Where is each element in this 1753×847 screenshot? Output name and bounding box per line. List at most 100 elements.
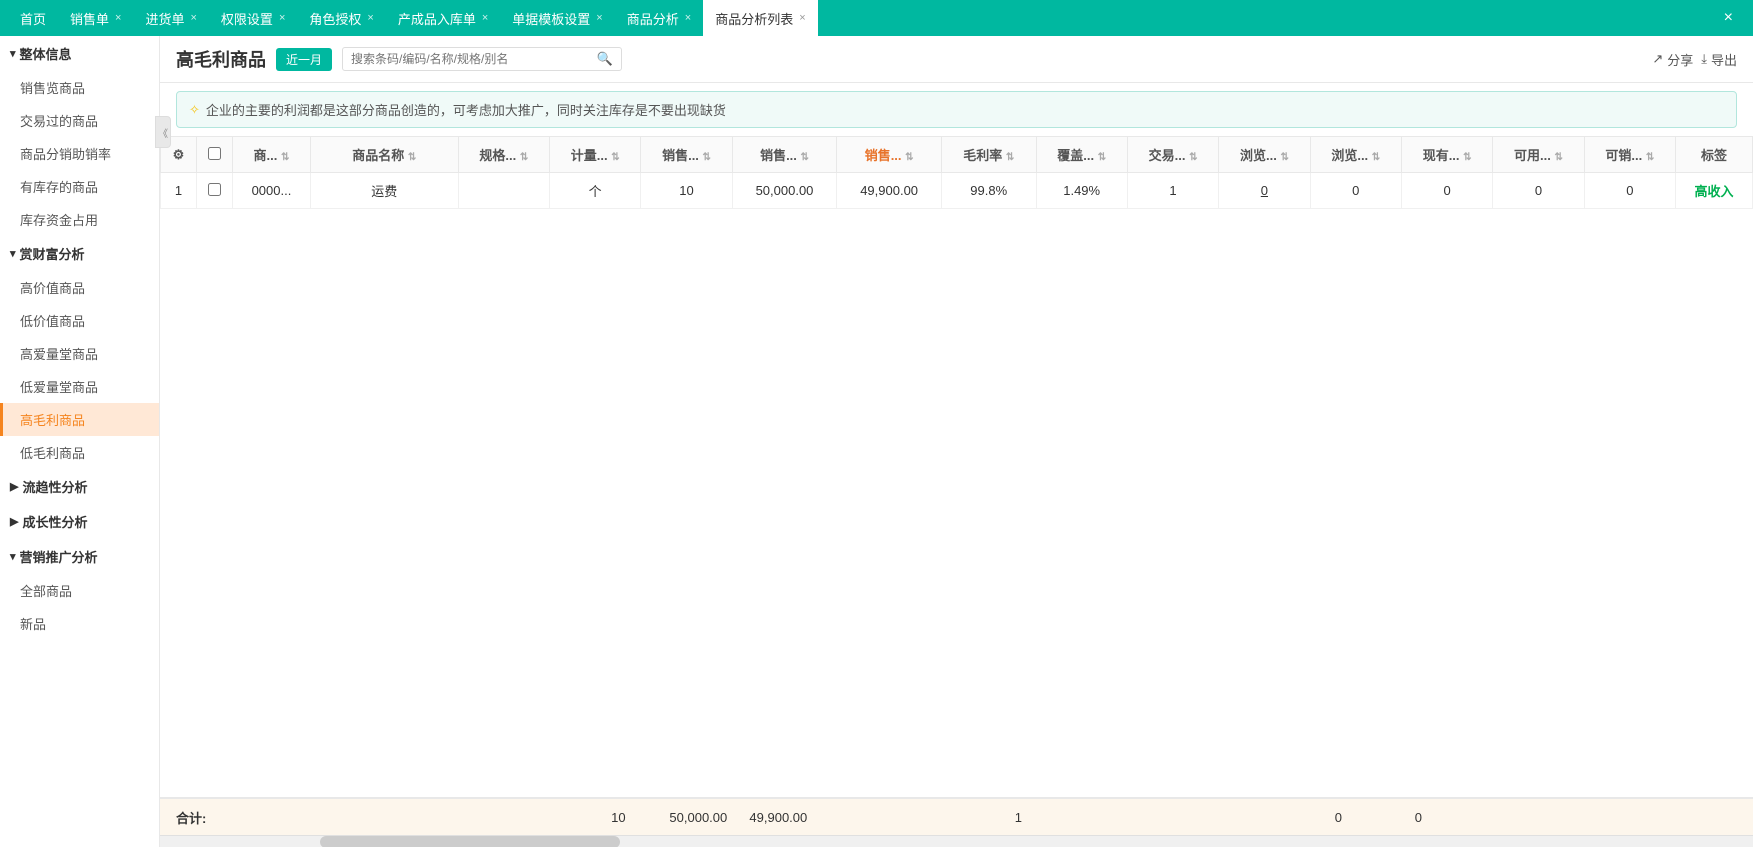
footer-available-stock: 0 bbox=[1298, 810, 1378, 825]
col-gross-margin[interactable]: 毛利率 ⇅ bbox=[941, 137, 1036, 173]
cell-gross-margin: 99.8% bbox=[941, 173, 1036, 209]
nav-product-analysis-list[interactable]: 商品分析列表 × bbox=[703, 0, 817, 36]
data-table: ⚙ 商... ⇅ 商品名称 ⇅ 规格... ⇅ 计量... ⇅ 销售... ⇅ … bbox=[160, 136, 1753, 209]
col-sales-amount[interactable]: 销售... ⇅ bbox=[732, 137, 837, 173]
col-spec[interactable]: 规格... ⇅ bbox=[458, 137, 549, 173]
col-available-stock[interactable]: 可用... ⇅ bbox=[1493, 137, 1584, 173]
sidebar-item-high-value[interactable]: 高价值商品 bbox=[0, 271, 159, 304]
col-transactions[interactable]: 交易... ⇅ bbox=[1127, 137, 1218, 173]
sidebar-item-low-love[interactable]: 低爱量堂商品 bbox=[0, 370, 159, 403]
cell-sales-cost: 49,900.00 bbox=[837, 173, 942, 209]
col-tag[interactable]: 标签 bbox=[1676, 137, 1753, 173]
col-qty[interactable]: 销售... ⇅ bbox=[641, 137, 732, 173]
cell-sellable-stock: 0 bbox=[1584, 173, 1675, 209]
col-browse2[interactable]: 浏览... ⇅ bbox=[1310, 137, 1401, 173]
footer-sales-cost: 49,900.00 bbox=[738, 810, 818, 825]
close-icon[interactable]: × bbox=[685, 12, 691, 24]
sidebar-item-new-products[interactable]: 新品 bbox=[0, 607, 159, 640]
nav-product-analysis[interactable]: 商品分析 × bbox=[615, 0, 703, 36]
col-sellable-stock[interactable]: 可销... ⇅ bbox=[1584, 137, 1675, 173]
close-icon[interactable]: × bbox=[482, 12, 488, 24]
nav-permissions[interactable]: 权限设置 × bbox=[209, 0, 297, 36]
cell-index: 1 bbox=[161, 173, 197, 209]
close-icon[interactable]: × bbox=[279, 12, 285, 24]
horizontal-scrollbar[interactable] bbox=[160, 835, 1753, 847]
col-sales-cost[interactable]: 销售... ⇅ bbox=[837, 137, 942, 173]
close-icon[interactable]: × bbox=[799, 12, 805, 24]
cell-name: 运费 bbox=[310, 173, 458, 209]
sidebar-item-sales-rate[interactable]: 商品分销助销率 bbox=[0, 137, 159, 170]
export-button[interactable]: ⤓ 导出 bbox=[1701, 50, 1737, 69]
nav-template-settings[interactable]: 单据模板设置 × bbox=[500, 0, 614, 36]
footer-sellable-stock: 0 bbox=[1378, 810, 1458, 825]
close-icon[interactable]: × bbox=[190, 12, 196, 24]
nav-purchase[interactable]: 进货单 × bbox=[133, 0, 208, 36]
col-coverage[interactable]: 覆盖... ⇅ bbox=[1036, 137, 1127, 173]
table-row: 1 0000... 运费 个 10 50,000.00 49,900.00 99… bbox=[161, 173, 1753, 209]
nav-roles[interactable]: 角色授权 × bbox=[297, 0, 385, 36]
cell-spec bbox=[458, 173, 549, 209]
window-close-button[interactable]: × bbox=[1712, 9, 1745, 27]
sidebar-item-stock-capital[interactable]: 库存资金占用 bbox=[0, 203, 159, 236]
sidebar: ▾ 整体信息 销售览商品 交易过的商品 商品分销助销率 有库存的商品 库存资金占… bbox=[0, 36, 160, 847]
sidebar-group-growth[interactable]: ▶ 成长性分析 bbox=[0, 504, 159, 539]
content-header: 高毛利商品 近一月 🔍 ↗ 分享 ⤓ 导出 bbox=[160, 36, 1753, 83]
cell-checkbox[interactable] bbox=[197, 173, 233, 209]
search-box: 🔍 bbox=[342, 47, 622, 71]
sidebar-item-stocked-products[interactable]: 有库存的商品 bbox=[0, 170, 159, 203]
cell-coverage: 1.49% bbox=[1036, 173, 1127, 209]
cell-unit: 个 bbox=[549, 173, 640, 209]
close-icon[interactable]: × bbox=[596, 12, 602, 24]
col-name[interactable]: 商品名称 ⇅ bbox=[310, 137, 458, 173]
sidebar-group-wealth[interactable]: ▾ 赏财富分析 bbox=[0, 236, 159, 271]
footer-totals: 合计: 10 50,000.00 49,900.00 1 0 0 bbox=[160, 797, 1753, 835]
export-icon: ⤓ bbox=[1701, 51, 1707, 67]
search-input[interactable] bbox=[351, 52, 597, 66]
period-button[interactable]: 近一月 bbox=[276, 48, 332, 71]
chevron-down-icon: ▾ bbox=[10, 247, 16, 260]
search-icon[interactable]: 🔍 bbox=[597, 51, 613, 67]
sidebar-item-traded-products[interactable]: 交易过的商品 bbox=[0, 104, 159, 137]
sidebar-collapse-button[interactable]: 《 bbox=[155, 116, 171, 148]
col-browse1[interactable]: 浏览... ⇅ bbox=[1219, 137, 1310, 173]
cell-browse1[interactable]: 0 bbox=[1219, 173, 1310, 209]
row-checkbox[interactable] bbox=[208, 183, 221, 196]
sidebar-item-all-products[interactable]: 全部商品 bbox=[0, 574, 159, 607]
sidebar-item-low-value[interactable]: 低价值商品 bbox=[0, 304, 159, 337]
top-nav: 首页 销售单 × 进货单 × 权限设置 × 角色授权 × 产成品入库单 × 单据… bbox=[0, 0, 1753, 36]
col-unit[interactable]: 计量... ⇅ bbox=[549, 137, 640, 173]
page-title: 高毛利商品 bbox=[176, 46, 266, 72]
footer-sales-amount: 50,000.00 bbox=[658, 810, 738, 825]
cell-sales-amount: 50,000.00 bbox=[732, 173, 837, 209]
chevron-right-icon: ▶ bbox=[10, 480, 18, 493]
nav-sales[interactable]: 销售单 × bbox=[58, 0, 133, 36]
sidebar-item-sales-products[interactable]: 销售览商品 bbox=[0, 71, 159, 104]
nav-home[interactable]: 首页 bbox=[8, 0, 58, 36]
col-checkbox[interactable] bbox=[197, 137, 233, 173]
info-icon: ✧ bbox=[189, 102, 200, 118]
sidebar-group-trend[interactable]: ▶ 流趋性分析 bbox=[0, 469, 159, 504]
close-icon[interactable]: × bbox=[115, 12, 121, 24]
chevron-down-icon: ▾ bbox=[10, 550, 16, 563]
cell-code: 0000... bbox=[233, 173, 311, 209]
cell-tag: 高收入 bbox=[1676, 173, 1753, 209]
select-all-checkbox[interactable] bbox=[208, 147, 221, 160]
scroll-thumb[interactable] bbox=[320, 836, 620, 847]
header-actions: ↗ 分享 ⤓ 导出 bbox=[1652, 50, 1737, 69]
info-banner: ✧ 企业的主要的利润都是这部分商品创造的，可考虑加大推广，同时关注库存是不要出现… bbox=[176, 91, 1737, 128]
sidebar-group-marketing[interactable]: ▾ 营销推广分析 bbox=[0, 539, 159, 574]
sidebar-item-high-love[interactable]: 高爱量堂商品 bbox=[0, 337, 159, 370]
col-current-stock[interactable]: 现有... ⇅ bbox=[1401, 137, 1492, 173]
sidebar-group-overview[interactable]: ▾ 整体信息 bbox=[0, 36, 159, 71]
table-wrapper: ⚙ 商... ⇅ 商品名称 ⇅ 规格... ⇅ 计量... ⇅ 销售... ⇅ … bbox=[160, 136, 1753, 797]
cell-transactions: 1 bbox=[1127, 173, 1218, 209]
share-button[interactable]: ↗ 分享 bbox=[1652, 50, 1693, 69]
nav-product-inbound[interactable]: 产成品入库单 × bbox=[386, 0, 500, 36]
close-icon[interactable]: × bbox=[367, 12, 373, 24]
col-code[interactable]: 商... ⇅ bbox=[233, 137, 311, 173]
cell-current-stock: 0 bbox=[1401, 173, 1492, 209]
sidebar-item-high-margin[interactable]: 高毛利商品 bbox=[0, 403, 159, 436]
cell-browse2: 0 bbox=[1310, 173, 1401, 209]
footer-label: 合计: bbox=[176, 808, 206, 827]
sidebar-item-low-margin[interactable]: 低毛利商品 bbox=[0, 436, 159, 469]
